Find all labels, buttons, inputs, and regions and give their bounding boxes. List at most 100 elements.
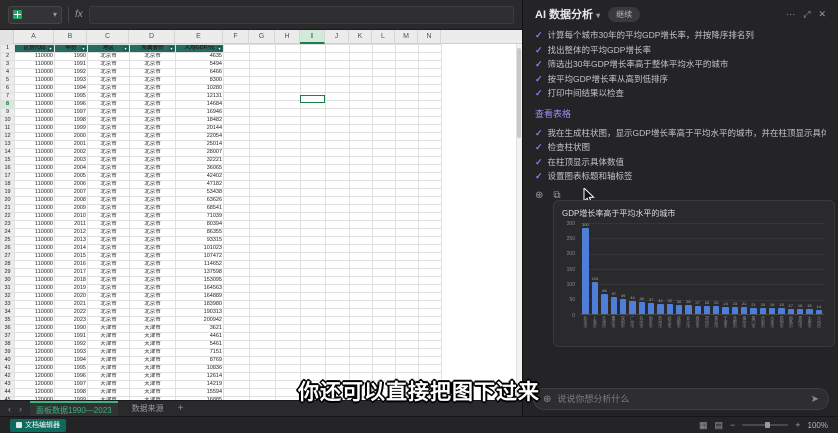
cell[interactable]: 北京市 (129, 300, 176, 309)
cell[interactable] (249, 164, 276, 173)
cell[interactable]: 北京市 (87, 68, 130, 77)
cell[interactable]: 天津市 (87, 364, 130, 373)
cell[interactable] (418, 44, 442, 53)
cell[interactable]: 天津市 (87, 348, 130, 357)
cell[interactable] (349, 196, 373, 205)
cell[interactable] (395, 180, 419, 189)
cell[interactable] (249, 44, 276, 53)
cell[interactable] (372, 140, 396, 149)
cell[interactable] (223, 196, 250, 205)
cell[interactable]: 天津市 (87, 324, 130, 333)
cell[interactable] (418, 140, 442, 149)
cell[interactable]: 1997 (54, 108, 88, 117)
cell[interactable] (249, 236, 276, 245)
cell[interactable]: 110000 (14, 172, 55, 181)
cell[interactable]: 2008 (54, 196, 88, 205)
cell[interactable] (395, 76, 419, 85)
cell[interactable]: 北京市 (87, 236, 130, 245)
cell[interactable]: 北京市 (87, 220, 130, 229)
cell[interactable] (300, 316, 326, 325)
cell[interactable]: 120000 (14, 372, 55, 381)
row-header-6[interactable]: 6 (0, 84, 15, 93)
cell[interactable] (223, 252, 250, 261)
cell[interactable] (372, 252, 396, 261)
cell[interactable] (249, 156, 276, 165)
cell[interactable] (275, 172, 301, 181)
cell[interactable]: 110000 (14, 188, 55, 197)
cell[interactable] (223, 60, 250, 69)
cell[interactable]: 北京市 (129, 140, 176, 149)
cell[interactable]: 110000 (14, 164, 55, 173)
cell[interactable] (249, 124, 276, 133)
cell[interactable] (325, 276, 350, 285)
cell[interactable] (275, 228, 301, 237)
row-header-29[interactable]: 29 (0, 268, 15, 277)
expand-icon[interactable]: ⤢ (803, 9, 810, 20)
cell[interactable]: 北京市 (129, 316, 176, 325)
cell[interactable] (300, 268, 326, 277)
cell[interactable] (372, 108, 396, 117)
cell[interactable]: 110000 (14, 316, 55, 325)
close-icon[interactable]: ✕ (818, 9, 826, 20)
cell[interactable] (349, 76, 373, 85)
cell[interactable]: 53438 (175, 188, 224, 197)
cell[interactable] (223, 180, 250, 189)
cell[interactable]: 14684 (175, 100, 224, 109)
cell[interactable] (223, 204, 250, 213)
cell[interactable]: 北京市 (129, 284, 176, 293)
row-header-18[interactable]: 18 (0, 180, 15, 189)
column-header-D[interactable]: D (129, 30, 175, 44)
cell[interactable] (349, 68, 373, 77)
cell[interactable] (418, 132, 442, 141)
cell[interactable] (223, 324, 250, 333)
cell[interactable] (300, 68, 326, 77)
row-header-3[interactable]: 3 (0, 60, 15, 69)
cell[interactable]: 北京市 (87, 316, 130, 325)
cell[interactable] (372, 348, 396, 357)
cell[interactable]: 190313 (175, 308, 224, 317)
cell[interactable] (372, 132, 396, 141)
cell[interactable]: 天津市 (87, 332, 130, 341)
cell[interactable] (223, 244, 250, 253)
cell[interactable]: 80394 (175, 220, 224, 229)
cell[interactable]: 110000 (14, 132, 55, 141)
cell[interactable]: 天津市 (129, 332, 176, 341)
cell[interactable] (223, 172, 250, 181)
tab-nav-right-icon[interactable]: › (19, 404, 22, 414)
cell[interactable] (418, 60, 442, 69)
grid-view-icon[interactable]: ▦ (699, 420, 708, 431)
cell[interactable] (275, 260, 301, 269)
cell[interactable] (372, 340, 396, 349)
cell[interactable] (300, 308, 326, 317)
cell[interactable]: 110000 (14, 204, 55, 213)
row-header-10[interactable]: 10 (0, 116, 15, 125)
column-header-B[interactable]: B (54, 30, 87, 44)
cell[interactable]: 110000 (14, 60, 55, 69)
column-header-K[interactable]: K (349, 30, 372, 44)
cell[interactable]: 120000 (14, 340, 55, 349)
cell[interactable] (418, 220, 442, 229)
cell[interactable]: 25014 (175, 140, 224, 149)
cell[interactable] (372, 188, 396, 197)
cell[interactable] (325, 220, 350, 229)
row-header-31[interactable]: 31 (0, 284, 15, 293)
cell[interactable]: 137598 (175, 268, 224, 277)
cell[interactable]: 北京市 (129, 108, 176, 117)
cell[interactable] (275, 340, 301, 349)
cell[interactable]: 7151 (175, 348, 224, 357)
cell[interactable]: 16946 (175, 108, 224, 117)
cell[interactable]: 1999 (54, 124, 88, 133)
cell[interactable]: 北京市 (129, 236, 176, 245)
attach-icon[interactable]: ⊕ (543, 394, 551, 405)
cell[interactable]: 天津市 (87, 380, 130, 389)
cell[interactable] (395, 292, 419, 301)
cell[interactable]: 15594 (175, 388, 224, 397)
cell[interactable]: 110000 (14, 52, 55, 61)
cell[interactable]: 36065 (175, 164, 224, 173)
cell[interactable] (418, 108, 442, 117)
cell[interactable] (275, 236, 301, 245)
cell[interactable]: 2014 (54, 244, 88, 253)
cell[interactable] (275, 300, 301, 309)
row-header-25[interactable]: 25 (0, 236, 15, 245)
cell[interactable] (349, 364, 373, 373)
